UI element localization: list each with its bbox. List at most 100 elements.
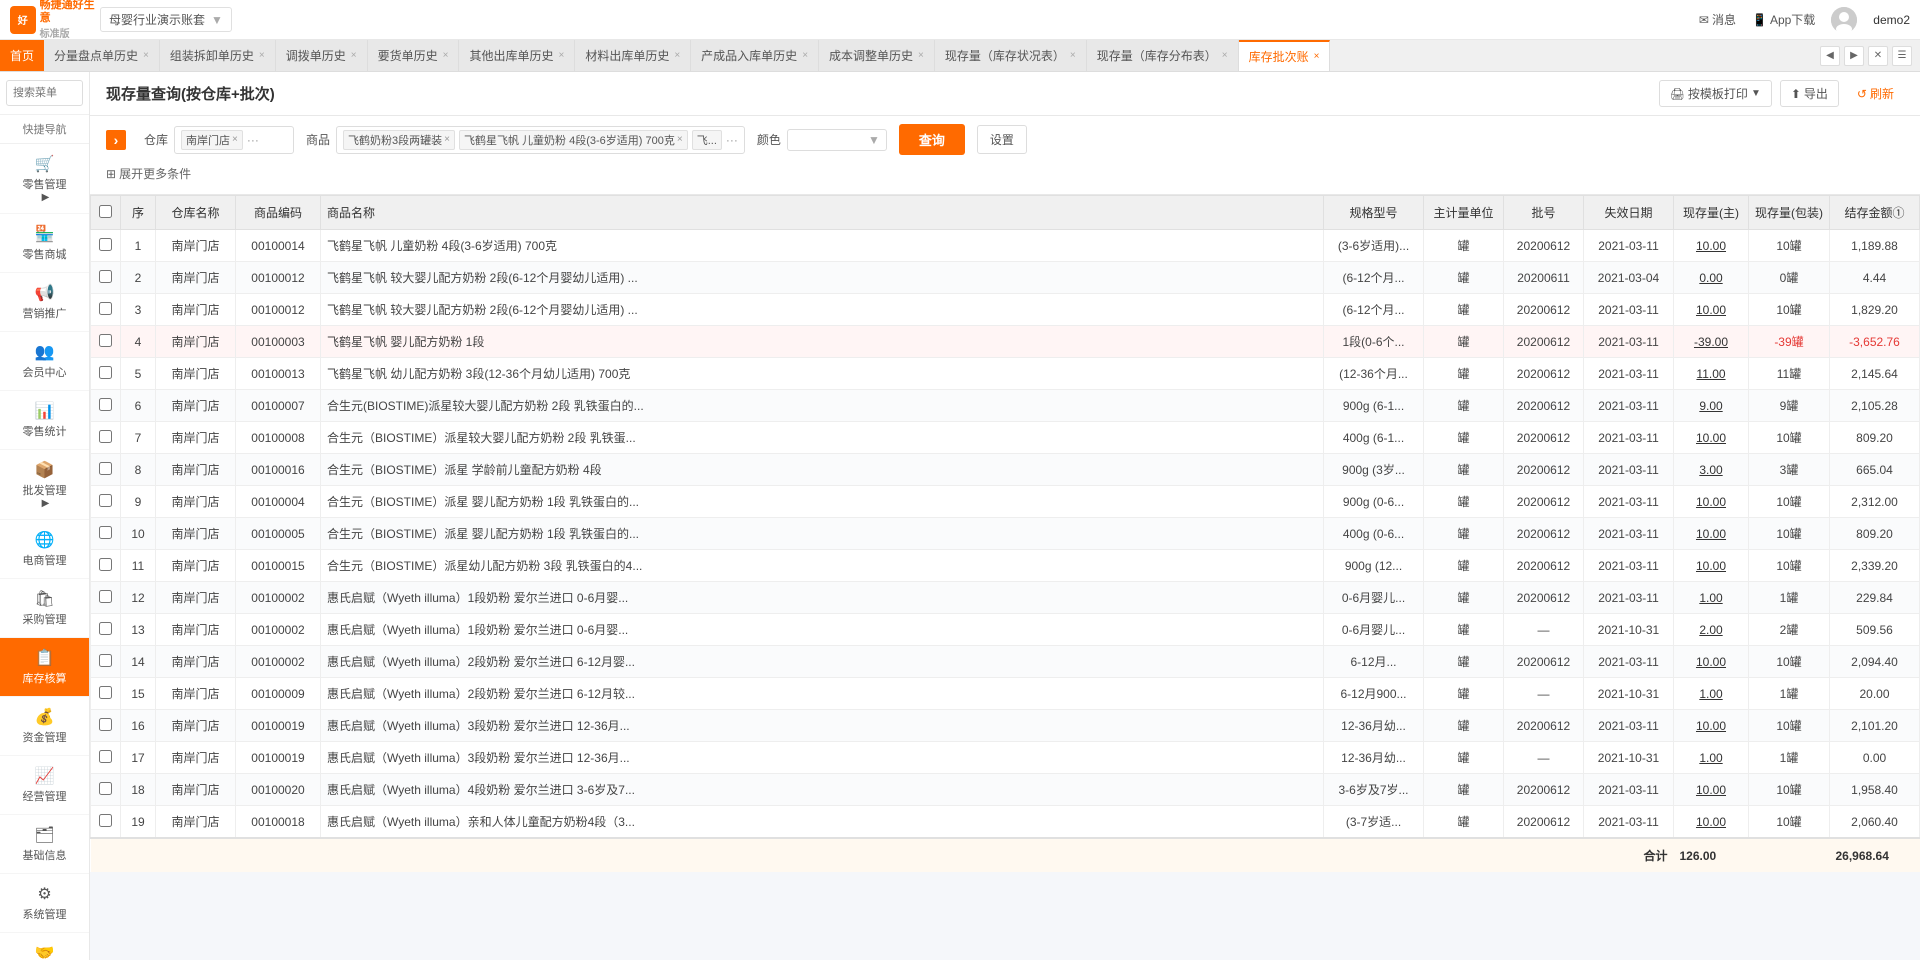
tab-material-out-history[interactable]: 材料出库单历史 × <box>575 40 691 72</box>
row-stock-main[interactable]: 10.00 <box>1674 646 1749 678</box>
search-input[interactable] <box>6 80 83 106</box>
row-stock-main[interactable]: 2.00 <box>1674 614 1749 646</box>
row-check[interactable] <box>91 390 121 422</box>
row-stock-main[interactable]: 10.00 <box>1674 294 1749 326</box>
row-check[interactable] <box>91 486 121 518</box>
row-stock-main[interactable]: 10.00 <box>1674 710 1749 742</box>
row-check[interactable] <box>91 614 121 646</box>
tab-stock-status[interactable]: 现存量（库存状况表） × <box>935 40 1087 72</box>
tab-scroll-right[interactable]: ▶ <box>1844 46 1864 66</box>
refresh-button[interactable]: ↺ 刷新 <box>1847 81 1904 106</box>
row-check[interactable] <box>91 454 121 486</box>
close-icon[interactable]: × <box>918 50 924 61</box>
row-check[interactable] <box>91 774 121 806</box>
th-check[interactable] <box>91 196 121 230</box>
warehouse-filter-more[interactable]: ··· <box>247 133 259 147</box>
row-stock-main[interactable]: -39.00 <box>1674 326 1749 358</box>
setting-button[interactable]: 设置 <box>977 125 1027 154</box>
sidebar-item-retail-mgmt[interactable]: 🛒 零售管理 ▶ <box>0 144 89 214</box>
row-check[interactable] <box>91 806 121 839</box>
row-check[interactable] <box>91 294 121 326</box>
tab-product-in-history[interactable]: 产成品入库单历史 × <box>691 40 819 72</box>
row-stock-main[interactable]: 10.00 <box>1674 486 1749 518</box>
expand-filter-button[interactable]: › <box>106 130 126 150</box>
expand-conditions-btn[interactable]: ⊞ 展开更多条件 <box>106 161 191 186</box>
tab-stock-dist[interactable]: 现存量（库存分布表） × <box>1087 40 1239 72</box>
sidebar-item-inventory-check[interactable]: 📋 库存核算 <box>0 638 89 697</box>
print-button[interactable]: 🖨 按模板打印 ▼ <box>1659 80 1772 107</box>
tab-other-out-history[interactable]: 其他出库单历史 × <box>459 40 575 72</box>
tab-scroll-left[interactable]: ◀ <box>1820 46 1840 66</box>
sidebar-item-wholesale-mgmt[interactable]: 📦 批发管理 ▶ <box>0 450 89 520</box>
close-icon[interactable]: × <box>1070 50 1076 61</box>
sidebar-item-system-mgmt[interactable]: ⚙ 系统管理 <box>0 874 89 933</box>
close-icon[interactable]: × <box>1222 50 1228 61</box>
close-icon[interactable]: × <box>143 50 149 61</box>
row-stock-main[interactable]: 10.00 <box>1674 230 1749 262</box>
messages-btn[interactable]: ✉ 消息 <box>1699 11 1736 28</box>
sidebar-item-purchase-mgmt[interactable]: 🛍 采购管理 <box>0 579 89 638</box>
close-icon[interactable]: × <box>259 50 265 61</box>
tab-borrow-history[interactable]: 要货单历史 × <box>368 40 460 72</box>
close-icon[interactable]: × <box>351 50 357 61</box>
color-filter-box[interactable]: ▼ <box>787 129 887 151</box>
row-check[interactable] <box>91 422 121 454</box>
export-button[interactable]: ⬆ 导出 <box>1780 80 1839 107</box>
sidebar-item-retail-stats[interactable]: 📊 零售统计 <box>0 391 89 450</box>
row-check[interactable] <box>91 518 121 550</box>
sidebar-item-member-center[interactable]: 👥 会员中心 <box>0 332 89 391</box>
warehouse-filter-box[interactable]: 南岸门店 × ··· <box>174 126 294 154</box>
row-check[interactable] <box>91 550 121 582</box>
tab-home[interactable]: 首页 <box>0 40 44 72</box>
row-stock-main[interactable]: 1.00 <box>1674 582 1749 614</box>
sidebar-item-marketing[interactable]: 📢 营销推广 <box>0 273 89 332</box>
tab-more-options[interactable]: ☰ <box>1892 46 1912 66</box>
tab-disassemble-history[interactable]: 组装拆卸单历史 × <box>160 40 276 72</box>
row-stock-main[interactable]: 0.00 <box>1674 262 1749 294</box>
row-stock-main[interactable]: 3.00 <box>1674 454 1749 486</box>
product-filter-more[interactable]: ··· <box>726 133 738 147</box>
row-check[interactable] <box>91 230 121 262</box>
row-check[interactable] <box>91 262 121 294</box>
remove-warehouse-tag[interactable]: × <box>232 134 238 145</box>
account-dropdown[interactable]: 母婴行业演示账套 ▼ <box>100 7 232 32</box>
row-check[interactable] <box>91 326 121 358</box>
table-container[interactable]: 序 仓库名称 商品编码 商品名称 规格型号 主计量单位 批号 失效日期 现存量(… <box>90 195 1920 960</box>
row-check[interactable] <box>91 742 121 774</box>
sidebar-item-finance-mgmt[interactable]: 💰 资金管理 <box>0 697 89 756</box>
query-button[interactable]: 查询 <box>899 124 965 155</box>
row-stock-main[interactable]: 10.00 <box>1674 518 1749 550</box>
sidebar-item-base-info[interactable]: 🗂 基础信息 <box>0 815 89 874</box>
remove-product-tag1[interactable]: × <box>444 134 450 145</box>
row-stock-main[interactable]: 1.00 <box>1674 742 1749 774</box>
row-stock-main[interactable]: 10.00 <box>1674 774 1749 806</box>
sidebar-item-ecommerce-mgmt[interactable]: 🌐 电商管理 <box>0 520 89 579</box>
remove-product-tag2[interactable]: × <box>677 134 683 145</box>
row-stock-main[interactable]: 10.00 <box>1674 550 1749 582</box>
row-stock-main[interactable]: 10.00 <box>1674 806 1749 839</box>
sidebar-item-operation-mgmt[interactable]: 📈 经营管理 <box>0 756 89 815</box>
close-icon[interactable]: × <box>802 50 808 61</box>
app-download-btn[interactable]: 📱 App下载 <box>1752 11 1815 28</box>
tab-cost-adjust-history[interactable]: 成本调整单历史 × <box>819 40 935 72</box>
row-check[interactable] <box>91 678 121 710</box>
row-check[interactable] <box>91 710 121 742</box>
row-stock-main[interactable]: 10.00 <box>1674 422 1749 454</box>
row-check[interactable] <box>91 646 121 678</box>
close-icon[interactable]: × <box>1314 51 1320 62</box>
close-icon[interactable]: × <box>443 50 449 61</box>
select-all-checkbox[interactable] <box>99 205 112 218</box>
tab-batch-ledger[interactable]: 库存批次账 × <box>1239 40 1331 72</box>
close-icon[interactable]: × <box>558 50 564 61</box>
row-stock-main[interactable]: 9.00 <box>1674 390 1749 422</box>
row-stock-main[interactable]: 11.00 <box>1674 358 1749 390</box>
close-icon[interactable]: × <box>674 50 680 61</box>
sidebar-item-enterprise-coop[interactable]: 🤝 企业协同 <box>0 933 89 960</box>
row-check[interactable] <box>91 582 121 614</box>
row-check[interactable] <box>91 358 121 390</box>
tab-split-history[interactable]: 分量盘点单历史 × <box>44 40 160 72</box>
row-stock-main[interactable]: 1.00 <box>1674 678 1749 710</box>
username[interactable]: demo2 <box>1873 13 1910 27</box>
tab-transfer-history[interactable]: 调拨单历史 × <box>276 40 368 72</box>
sidebar-quick-nav[interactable]: 快捷导航 <box>0 115 89 144</box>
